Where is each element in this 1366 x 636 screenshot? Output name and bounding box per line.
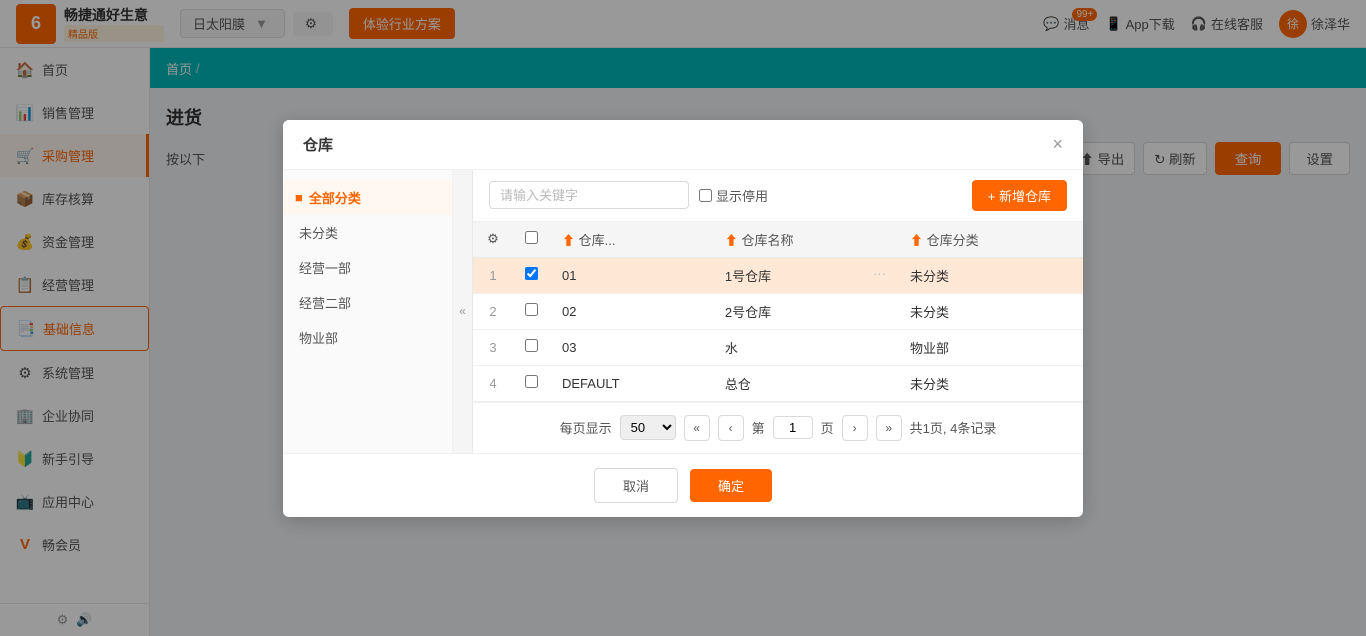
grid-icon: ■ — [295, 190, 303, 205]
warehouse-table: ⚙ ⬆ 仓库... ⬆ — [473, 222, 1083, 402]
row-name: 水 — [713, 329, 898, 365]
show-disabled-checkbox-label[interactable]: 显示停用 — [699, 186, 768, 205]
category-uncategorized[interactable]: 未分类 — [283, 215, 452, 250]
row-num: 3 — [473, 329, 513, 365]
modal-body: ■ 全部分类 未分类 经营一部 经营二部 物业部 « — [283, 170, 1083, 453]
page-label: 第 — [752, 418, 765, 437]
row-code: 02 — [550, 293, 713, 329]
row-checkbox-cell — [513, 257, 550, 293]
modal-close-button[interactable]: × — [1052, 134, 1063, 155]
last-page-icon: » — [885, 421, 892, 435]
warehouse-modal: 仓库 × ■ 全部分类 未分类 经营一部 经营二部 — [283, 120, 1083, 517]
total-label: 共1页, 4条记录 — [910, 418, 997, 437]
page-suffix: 页 — [821, 418, 834, 437]
modal-toolbar: 🔍 显示停用 + 新增仓库 — [473, 170, 1083, 222]
sort-icon-name: ⬆ — [725, 233, 738, 248]
row-name: 1号仓库··· — [713, 257, 898, 293]
first-page-button[interactable]: « — [684, 415, 710, 441]
table-row[interactable]: 4 DEFAULT 总仓 未分类 — [473, 365, 1083, 401]
sidebar-collapse-button[interactable]: « — [453, 170, 473, 453]
table-row[interactable]: 3 03 水 物业部 — [473, 329, 1083, 365]
per-page-select[interactable]: 50 100 — [620, 415, 676, 440]
confirm-button[interactable]: 确定 — [690, 469, 772, 502]
table-row[interactable]: 2 02 2号仓库 未分类 — [473, 293, 1083, 329]
row-checkbox[interactable] — [525, 339, 538, 352]
gear-header-icon[interactable]: ⚙ — [487, 231, 499, 246]
show-disabled-checkbox[interactable] — [699, 189, 712, 202]
add-warehouse-button[interactable]: + 新增仓库 — [972, 180, 1067, 211]
row-code: DEFAULT — [550, 365, 713, 401]
row-category: 物业部 — [898, 329, 1083, 365]
modal-overlay: 仓库 × ■ 全部分类 未分类 经营一部 经营二部 — [0, 0, 1366, 636]
row-checkbox-cell — [513, 329, 550, 365]
table-header-row: ⚙ ⬆ 仓库... ⬆ — [473, 222, 1083, 258]
row-name: 2号仓库 — [713, 293, 898, 329]
cancel-button[interactable]: 取消 — [594, 468, 678, 503]
next-page-button[interactable]: › — [842, 415, 868, 441]
row-checkbox-cell — [513, 293, 550, 329]
modal-main-area: 🔍 显示停用 + 新增仓库 ⚙ — [473, 170, 1083, 453]
modal-pagination: 每页显示 50 100 « ‹ 第 页 › — [473, 402, 1083, 453]
category-property[interactable]: 物业部 — [283, 320, 452, 355]
sort-icon: ⬆ — [562, 233, 575, 248]
category-dept1[interactable]: 经营一部 — [283, 250, 452, 285]
category-sidebar: ■ 全部分类 未分类 经营一部 经营二部 物业部 — [283, 170, 453, 453]
search-box: 🔍 — [489, 181, 689, 209]
first-page-icon: « — [693, 421, 700, 435]
col-checkbox — [513, 222, 550, 258]
row-num: 2 — [473, 293, 513, 329]
search-icon[interactable]: 🔍 — [686, 182, 689, 208]
show-disabled-label: 显示停用 — [716, 186, 768, 205]
modal-title: 仓库 — [303, 134, 333, 155]
row-category: 未分类 — [898, 257, 1083, 293]
category-dept2[interactable]: 经营二部 — [283, 285, 452, 320]
prev-page-button[interactable]: ‹ — [718, 415, 744, 441]
all-categories-label: 全部分类 — [309, 188, 361, 207]
col-code: ⬆ 仓库... — [550, 222, 713, 258]
collapse-icon: « — [459, 304, 466, 318]
col-category: ⬆ 仓库分类 — [898, 222, 1083, 258]
row-checkbox[interactable] — [525, 267, 538, 280]
per-page-label: 每页显示 — [560, 418, 612, 437]
sort-icon-cat: ⬆ — [910, 233, 923, 248]
row-checkbox[interactable] — [525, 303, 538, 316]
row-category: 未分类 — [898, 293, 1083, 329]
row-num: 1 — [473, 257, 513, 293]
prev-page-icon: ‹ — [729, 421, 733, 435]
modal-header: 仓库 × — [283, 120, 1083, 170]
row-code: 03 — [550, 329, 713, 365]
search-input[interactable] — [490, 183, 686, 208]
col-gear: ⚙ — [473, 222, 513, 258]
page-input[interactable] — [773, 416, 813, 439]
col-name: ⬆ 仓库名称 — [713, 222, 898, 258]
select-all-checkbox[interactable] — [525, 231, 538, 244]
table-row[interactable]: 1 01 1号仓库··· 未分类 — [473, 257, 1083, 293]
row-checkbox-cell — [513, 365, 550, 401]
all-categories-item[interactable]: ■ 全部分类 — [283, 180, 452, 215]
more-actions-icon[interactable]: ··· — [873, 266, 886, 281]
modal-footer: 取消 确定 — [283, 453, 1083, 517]
next-page-icon: › — [853, 421, 857, 435]
row-name: 总仓 — [713, 365, 898, 401]
last-page-button[interactable]: » — [876, 415, 902, 441]
row-category: 未分类 — [898, 365, 1083, 401]
row-num: 4 — [473, 365, 513, 401]
row-checkbox[interactable] — [525, 375, 538, 388]
row-code: 01 — [550, 257, 713, 293]
